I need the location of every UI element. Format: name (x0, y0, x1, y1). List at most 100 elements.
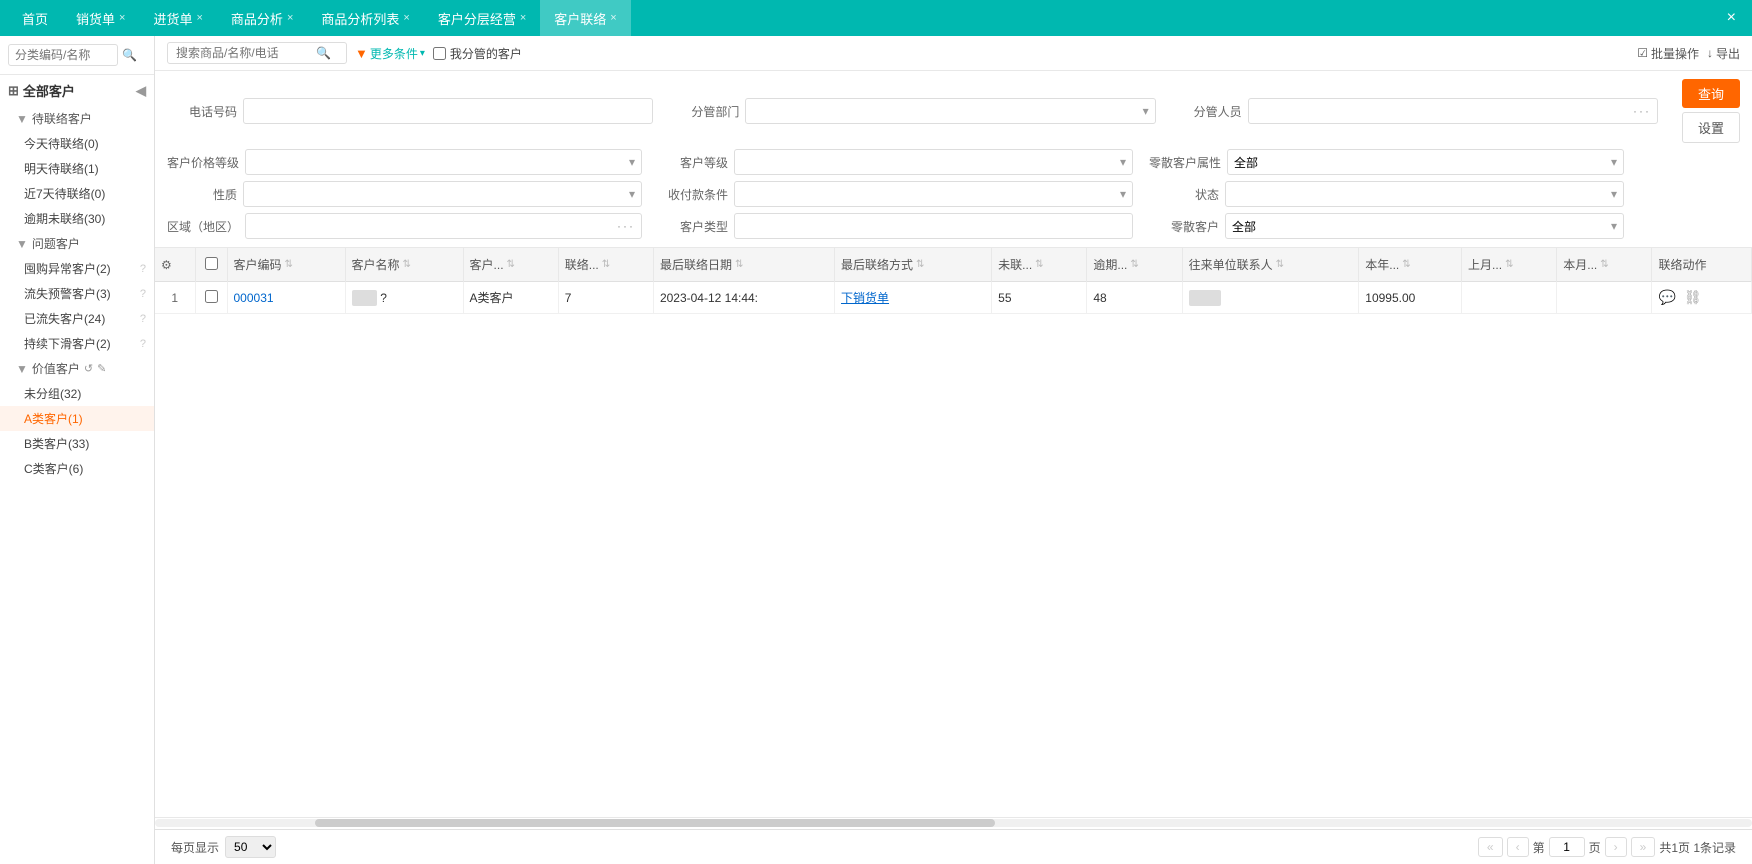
status-input[interactable]: ▾ (1225, 181, 1624, 207)
contact-person-blurred (1189, 290, 1221, 306)
nav-close-purchase[interactable]: × (196, 12, 202, 24)
th-this-year: 本年... ⇅ (1359, 248, 1462, 282)
manager-input[interactable]: ··· (1248, 98, 1658, 124)
scrollbar-thumb[interactable] (315, 819, 995, 827)
th-last-month: 上月... ⇅ (1462, 248, 1557, 282)
advanced-filter-panel: 电话号码 分管部门 ▾ 分管人员 ··· 查询 设置 (155, 71, 1752, 248)
retail-attr-input[interactable]: 全部 ▾ (1227, 149, 1624, 175)
sort-icon-this-year: ⇅ (1402, 259, 1410, 270)
region-input[interactable]: ··· (245, 213, 642, 239)
message-action-icon[interactable]: 💬 (1658, 289, 1675, 306)
sort-icon-last-month: ⇅ (1505, 259, 1513, 270)
next-page-button[interactable]: › (1605, 837, 1627, 857)
my-customers-check[interactable] (433, 47, 446, 60)
filter-status: 状态 ▾ (1149, 181, 1624, 207)
nav-close-product-list[interactable]: × (403, 12, 409, 24)
row-num: 1 (155, 282, 195, 314)
nav-item-product-analysis[interactable]: 商品分析 × (217, 0, 307, 36)
sidebar-item-tomorrow-pending[interactable]: 明天待联络(1) (0, 156, 154, 181)
sidebar-search-icon[interactable]: 🔍 (122, 48, 137, 62)
nav-item-customer-contact[interactable]: 客户联络 × (540, 0, 630, 36)
sidebar-all-customers[interactable]: ⊞ 全部客户 ◀ (0, 75, 154, 106)
sidebar-search-input[interactable] (8, 44, 118, 66)
cell-type: A类客户 (463, 282, 558, 314)
price-level-input[interactable]: ▾ (245, 149, 642, 175)
sort-icon-name: ⇅ (403, 259, 411, 270)
sidebar-group-problem[interactable]: ▼ 问题客户 (0, 231, 154, 256)
cell-actions: 💬 ⛓ (1652, 282, 1752, 314)
sidebar-item-c-class[interactable]: C类客户(6) (0, 456, 154, 481)
query-button[interactable]: 查询 (1682, 79, 1740, 108)
phone-input[interactable] (243, 98, 653, 124)
th-not-contacted: 未联... ⇅ (992, 248, 1087, 282)
scrollbar-track (155, 819, 1752, 827)
filter-row-1: 电话号码 分管部门 ▾ 分管人员 ··· 查询 设置 (167, 79, 1740, 143)
sort-icon-overdue: ⇅ (1130, 259, 1138, 270)
sidebar-item-declining[interactable]: 持续下滑客户(2) ? (0, 331, 154, 356)
cell-last-method[interactable]: 下销货单 (835, 282, 992, 314)
pagination: « ‹ 第 页 › » 共1页 1条记录 (1478, 837, 1736, 857)
nav-close-customer-contact[interactable]: × (610, 12, 616, 24)
nav-item-product-list[interactable]: 商品分析列表 × (307, 0, 423, 36)
page-number-input[interactable] (1549, 837, 1585, 857)
chevron-icon-3: ▾ (1120, 155, 1126, 169)
nav-item-home[interactable]: 首页 (8, 0, 62, 36)
sidebar-item-abnormal-purchase[interactable]: 囤购异常客户(2) ? (0, 256, 154, 281)
page-size-select[interactable]: 50 100 200 (225, 836, 276, 858)
last-page-button[interactable]: » (1631, 837, 1656, 857)
nav-item-sales[interactable]: 销货单 × (62, 0, 139, 36)
th-settings[interactable]: ⚙ (155, 248, 195, 282)
help-icon-4: ? (140, 338, 146, 350)
my-customers-checkbox[interactable]: 我分管的客户 (433, 45, 522, 62)
nature-input[interactable]: ▾ (243, 181, 642, 207)
filter-search-icon[interactable]: 🔍 (316, 46, 331, 60)
sidebar-group-value[interactable]: ▼ 价值客户 ↺ ✎ (0, 356, 154, 381)
sidebar-item-b-class[interactable]: B类客户(33) (0, 431, 154, 456)
nav-close-product-analysis[interactable]: × (287, 12, 293, 24)
chevron-icon-5: ▾ (629, 187, 635, 201)
sidebar-item-ungrouped[interactable]: 未分组(32) (0, 381, 154, 406)
last-method-link[interactable]: 下销货单 (841, 291, 889, 305)
customer-type-input[interactable] (734, 213, 1133, 239)
edit-icon[interactable]: ✎ (97, 362, 106, 375)
sidebar-item-overdue-contact[interactable]: 逾期未联络(30) (0, 206, 154, 231)
nav-close-sales[interactable]: × (119, 12, 125, 24)
sidebar-group-pending[interactable]: ▼ 待联络客户 (0, 106, 154, 131)
nav-item-purchase[interactable]: 进货单 × (139, 0, 216, 36)
sidebar-item-7day-pending[interactable]: 近7天待联络(0) (0, 181, 154, 206)
window-close-button[interactable]: × (1719, 9, 1744, 27)
nav-close-customer-tier[interactable]: × (520, 12, 526, 24)
sidebar-item-churn-warning[interactable]: 流失预警客户(3) ? (0, 281, 154, 306)
batch-ops-button[interactable]: ☑ 批量操作 (1637, 45, 1699, 62)
sidebar-item-a-class[interactable]: A类客户(1) (0, 406, 154, 431)
horizontal-scrollbar[interactable] (155, 817, 1752, 829)
arrow-down-icon-2: ▼ (16, 237, 28, 251)
settings-button[interactable]: 设置 (1682, 112, 1740, 143)
query-buttons: 查询 设置 (1682, 79, 1740, 143)
link-action-icon[interactable]: ⛓ (1684, 289, 1702, 306)
filter-search-input[interactable] (176, 46, 316, 60)
export-button[interactable]: ↓ 导出 (1707, 45, 1740, 62)
more-filters-button[interactable]: ▼ 更多条件 ▾ (355, 45, 425, 62)
sort-icon-not-contacted: ⇅ (1035, 259, 1043, 270)
first-page-button[interactable]: « (1478, 837, 1503, 857)
payment-input[interactable]: ▾ (734, 181, 1133, 207)
customer-level-input[interactable]: ▾ (734, 149, 1133, 175)
dept-input[interactable]: ▾ (745, 98, 1155, 124)
arrow-down-icon: ▼ (16, 112, 28, 126)
prev-page-button[interactable]: ‹ (1507, 837, 1529, 857)
row-checkbox[interactable] (205, 290, 218, 303)
settings-gear-icon[interactable]: ⚙ (161, 258, 172, 272)
sort-icon-last-method: ⇅ (916, 259, 924, 270)
cell-code[interactable]: 000031 (227, 282, 345, 314)
data-table: ⚙ 客户编码 ⇅ 客户名称 (155, 248, 1752, 314)
refresh-icon[interactable]: ↺ (84, 362, 93, 375)
select-all-checkbox[interactable] (205, 257, 218, 270)
sidebar-item-today-pending[interactable]: 今天待联络(0) (0, 131, 154, 156)
collapse-icon: ◀ (136, 83, 146, 99)
nav-item-customer-tier[interactable]: 客户分层经营 × (424, 0, 540, 36)
check-square-icon: ☑ (1637, 46, 1648, 60)
filter-customer-type: 客户类型 (658, 213, 1133, 239)
sidebar-item-churned[interactable]: 已流失客户(24) ? (0, 306, 154, 331)
retail-customer-input[interactable]: 全部 ▾ (1225, 213, 1624, 239)
